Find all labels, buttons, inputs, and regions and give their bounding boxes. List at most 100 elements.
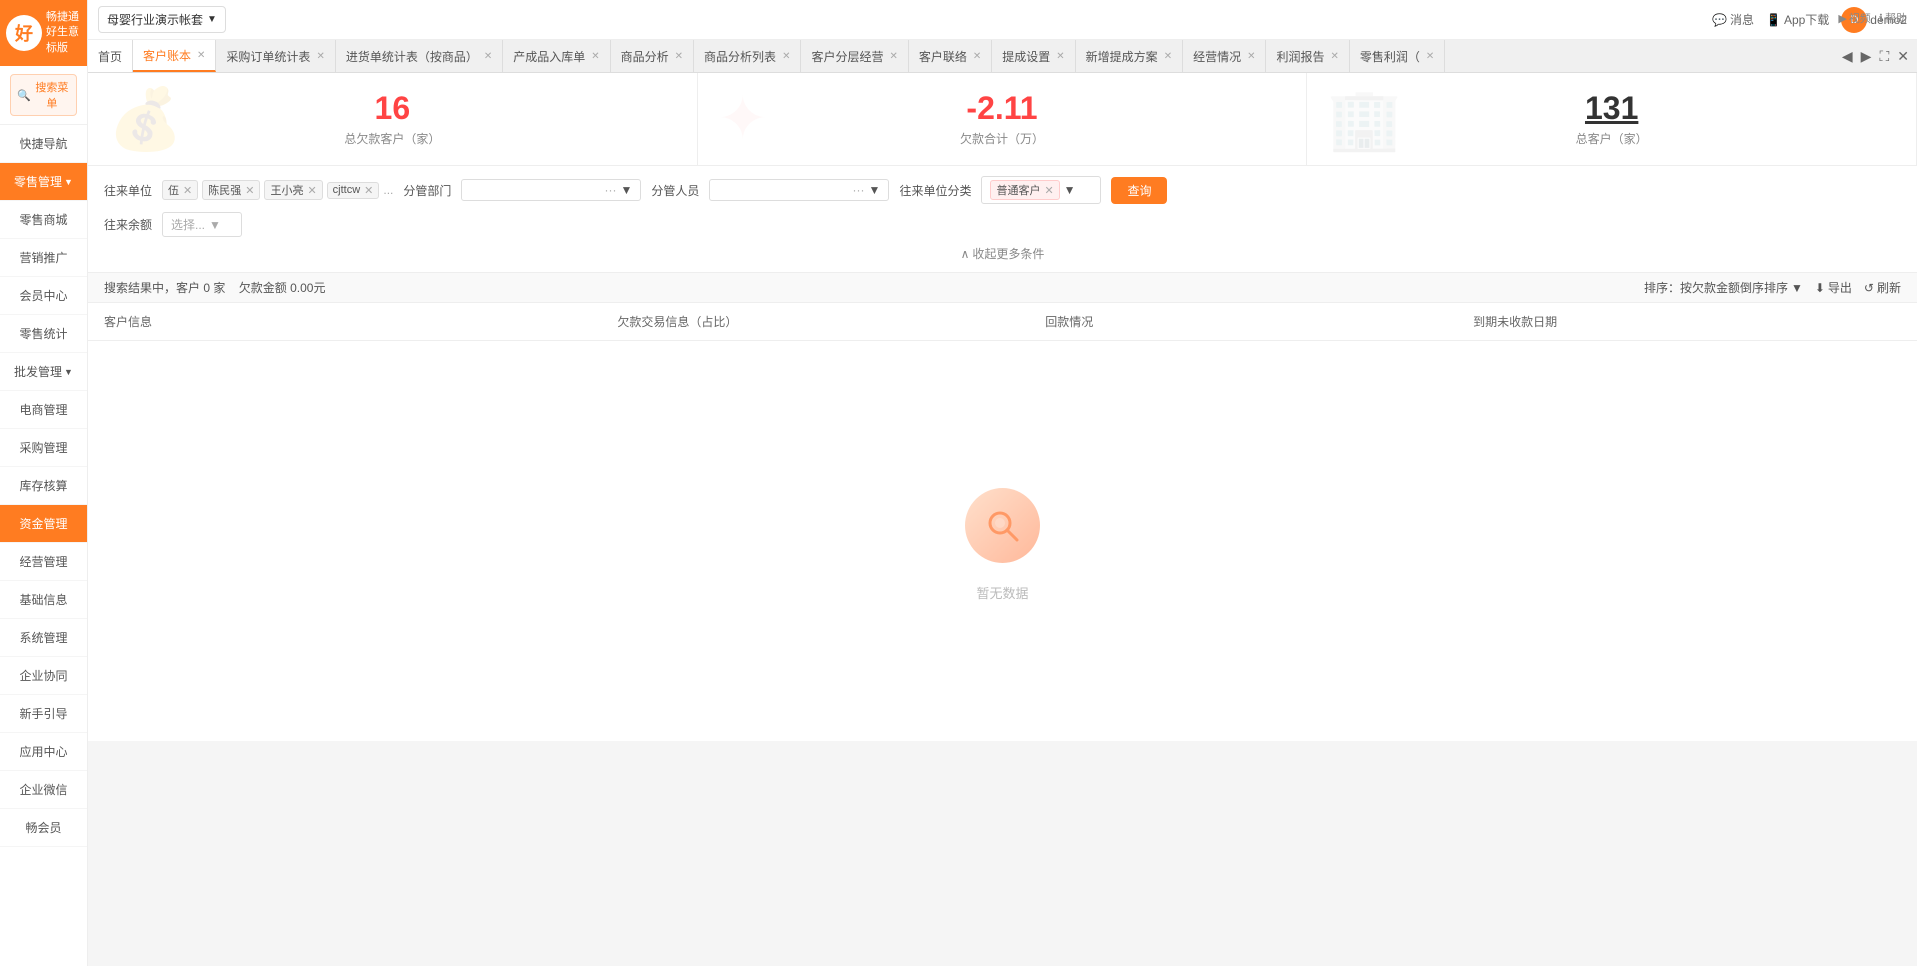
tab-home[interactable]: 首页 <box>88 40 133 72</box>
filter-tag-chen: 陈民强 ✕ <box>202 180 260 200</box>
tab-close-retail-profit[interactable]: ✕ <box>1426 51 1434 62</box>
tab-scroll-left-button[interactable]: ◀ <box>1840 46 1855 67</box>
collapse-button[interactable]: ∧ 收起更多条件 <box>961 245 1045 262</box>
sidebar-item-enterprise[interactable]: 企业协同 <box>0 657 87 695</box>
sidebar-item-batch-mgmt[interactable]: 批发管理 ▼ <box>0 353 87 391</box>
sidebar-item-marketing[interactable]: 营销推广 <box>0 239 87 277</box>
chevron-icon-batch: ▼ <box>64 367 73 377</box>
tab-close-all-button[interactable]: ✕ <box>1895 46 1911 67</box>
sidebar-item-member-plus[interactable]: 畅会员 <box>0 809 87 847</box>
sidebar-item-retail-mall[interactable]: 零售商城 <box>0 201 87 239</box>
search-icon: 🔍 <box>17 89 31 102</box>
tab-close-customer-contact[interactable]: ✕ <box>973 51 981 62</box>
unit-category-tag: 普通客户 ✕ <box>990 180 1059 200</box>
remove-tag-cjttcw[interactable]: ✕ <box>364 184 373 197</box>
search-menu-button[interactable]: 🔍 搜索菜单 <box>10 74 77 116</box>
sort-icon: ▼ <box>1791 281 1803 295</box>
person-select[interactable]: ··· ▼ <box>709 179 889 201</box>
sidebar-item-guide[interactable]: 新手引导 <box>0 695 87 733</box>
messages-button[interactable]: 💬 消息 <box>1712 11 1754 28</box>
logo-icon: 好 <box>6 15 42 51</box>
remove-tag-wu[interactable]: ✕ <box>183 184 192 197</box>
tab-close-ops-status[interactable]: ✕ <box>1247 51 1255 62</box>
sidebar-item-member[interactable]: 会员中心 <box>0 277 87 315</box>
tab-close-profit-report[interactable]: ✕ <box>1331 51 1339 62</box>
tab-customer-tier[interactable]: 客户分层经营 ✕ <box>801 40 908 72</box>
sidebar-item-finance[interactable]: 资金管理 <box>0 505 87 543</box>
person-value <box>718 183 848 197</box>
tab-purchase-stat[interactable]: 进货单统计表（按商品） ✕ <box>336 40 503 72</box>
filter-row-1: 往来单位 伍 ✕ 陈民强 ✕ 王小亮 ✕ cjttcw <box>104 176 1901 204</box>
sidebar-item-basic[interactable]: 基础信息 <box>0 581 87 619</box>
filter-tags-more[interactable]: ... <box>383 183 393 197</box>
tab-close-purchase-orders[interactable]: ✕ <box>316 51 324 62</box>
unit-category-select[interactable]: 普通客户 ✕ ▼ <box>981 176 1101 204</box>
empty-label: 暂无数据 <box>976 583 1028 602</box>
sidebar-item-purchase[interactable]: 采购管理 <box>0 429 87 467</box>
department-select[interactable]: ··· ▼ <box>461 179 641 201</box>
chevron-down-balance-icon: ▼ <box>209 218 221 232</box>
sidebar-item-system[interactable]: 系统管理 <box>0 619 87 657</box>
tab-close-cost-purchase[interactable]: ✕ <box>591 51 599 62</box>
sidebar-item-enterprise-wechat[interactable]: 企业微信 <box>0 771 87 809</box>
chevron-down-category-icon: ▼ <box>1064 183 1076 197</box>
tabbar-controls: ◀ ▶ ⛶ ✕ <box>1834 46 1917 67</box>
balance-input[interactable]: 选择... ▼ <box>162 212 242 237</box>
refresh-icon: ↺ <box>1864 281 1874 295</box>
query-button[interactable]: 查询 <box>1111 177 1167 204</box>
remove-tag-wang[interactable]: ✕ <box>307 184 316 197</box>
download-icon: 📱 <box>1766 13 1781 27</box>
tab-goods-analysis[interactable]: 商品分析 ✕ <box>611 40 694 72</box>
tab-close-goods-analysis-list[interactable]: ✕ <box>782 51 790 62</box>
tab-close-customer-tier[interactable]: ✕ <box>889 51 897 62</box>
sidebar-item-ecom[interactable]: 电商管理 <box>0 391 87 429</box>
tab-ops-status[interactable]: 经营情况 ✕ <box>1183 40 1266 72</box>
sidebar-item-quick-nav[interactable]: 快捷导航 <box>0 125 87 163</box>
tab-close-goods-analysis[interactable]: ✕ <box>675 51 683 62</box>
credit-customers-bg-icon: 💰 <box>108 84 183 155</box>
store-selector[interactable]: 母婴行业演示帐套 ▼ <box>98 6 226 33</box>
tab-new-promotion[interactable]: 新增提成方案 ✕ <box>1076 40 1183 72</box>
sidebar-item-retail-stat[interactable]: 零售统计 <box>0 315 87 353</box>
stat-credit-customers: 💰 16 总欠款客户（家） <box>88 73 698 165</box>
tab-close-purchase-stat[interactable]: ✕ <box>484 51 492 62</box>
tab-customer-contact[interactable]: 客户联络 ✕ <box>909 40 992 72</box>
chevron-down-dept-icon: ▼ <box>621 183 633 197</box>
filter-tags-container: 伍 ✕ 陈民强 ✕ 王小亮 ✕ cjttcw ✕ ... <box>162 180 393 200</box>
tab-promotion-settings[interactable]: 提成设置 ✕ <box>992 40 1075 72</box>
content-area: 💰 16 总欠款客户（家） ✦ -2.11 欠款合计（万） 🏢 131 总客户（… <box>88 73 1917 966</box>
tab-purchase-orders[interactable]: 采购订单统计表 ✕ <box>216 40 335 72</box>
person-label: 分管人员 <box>651 182 699 199</box>
topbar-left: 母婴行业演示帐套 ▼ <box>98 6 226 33</box>
app-download-button[interactable]: 📱 App下载 <box>1766 11 1829 28</box>
tab-goods-analysis-list[interactable]: 商品分析列表 ✕ <box>694 40 801 72</box>
refresh-button[interactable]: ↺ 刷新 <box>1864 279 1901 296</box>
remove-category-tag[interactable]: ✕ <box>1044 184 1053 197</box>
col-customer-info: 客户信息 <box>104 313 617 330</box>
tab-maximize-button[interactable]: ⛶ <box>1877 46 1891 67</box>
sort-button[interactable]: 排序：按欠款金额倒序排序 ▼ <box>1644 279 1803 296</box>
credit-customers-value: 16 <box>375 91 411 126</box>
export-button[interactable]: ⬇ 导出 <box>1815 279 1852 296</box>
export-icon: ⬇ <box>1815 281 1825 295</box>
tab-close-new-promotion[interactable]: ✕ <box>1164 51 1172 62</box>
chevron-icon: ▼ <box>64 177 73 187</box>
tab-profit-report[interactable]: 利润报告 ✕ <box>1266 40 1349 72</box>
tab-close-accounts[interactable]: ✕ <box>197 50 205 61</box>
credit-total-bg-icon: ✦ <box>718 84 768 154</box>
tab-bar: 首页 客户账本 ✕ 采购订单统计表 ✕ 进货单统计表（按商品） ✕ 产成品入库单… <box>88 40 1917 73</box>
filter-tag-cjttcw: cjttcw ✕ <box>327 182 380 199</box>
chevron-down-icon: ▼ <box>207 14 217 25</box>
tab-cost-purchase[interactable]: 产成品入库单 ✕ <box>503 40 610 72</box>
col-repayment: 回款情况 <box>1045 313 1473 330</box>
sidebar-item-ops[interactable]: 经营管理 <box>0 543 87 581</box>
tab-scroll-right-button[interactable]: ▶ <box>1859 46 1874 67</box>
sidebar-item-inventory[interactable]: 库存核算 <box>0 467 87 505</box>
remove-tag-chen[interactable]: ✕ <box>245 184 254 197</box>
department-value <box>470 183 600 197</box>
sidebar-item-retail-mgmt[interactable]: 零售管理 ▼ <box>0 163 87 201</box>
sidebar-item-app-center[interactable]: 应用中心 <box>0 733 87 771</box>
tab-retail-profit[interactable]: 零售利润（ ✕ <box>1350 40 1445 72</box>
tab-close-promotion-settings[interactable]: ✕ <box>1056 51 1064 62</box>
tab-accounts[interactable]: 客户账本 ✕ <box>133 40 216 72</box>
